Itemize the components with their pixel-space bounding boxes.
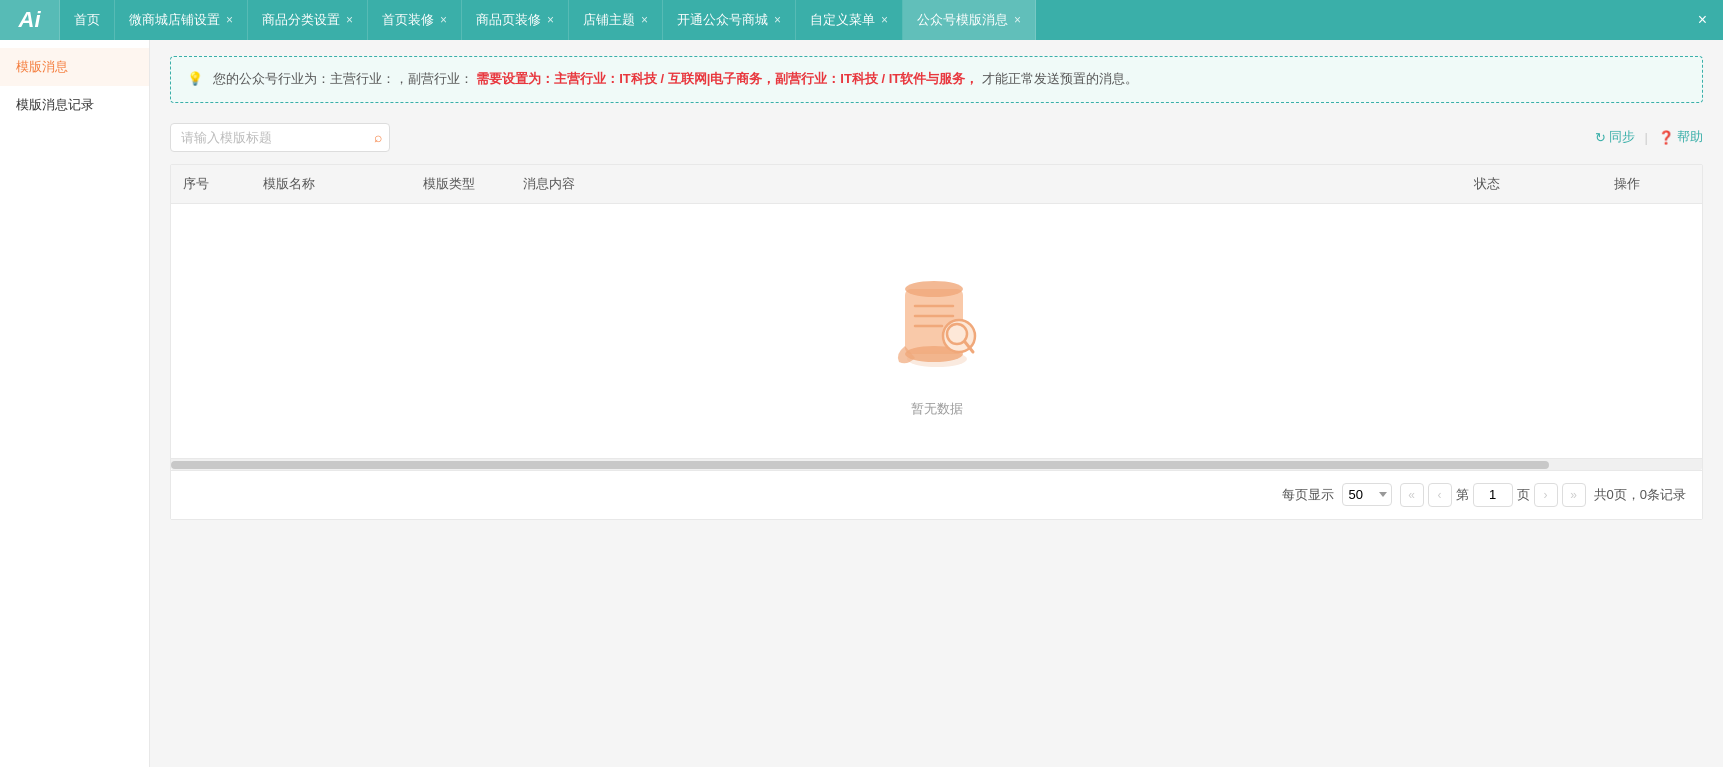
- tab-store-settings-label: 微商城店铺设置: [129, 11, 220, 29]
- tab-homepage-decoration[interactable]: 首页装修 ×: [368, 0, 462, 40]
- sync-icon: ↻: [1595, 130, 1606, 145]
- tab-product-decoration[interactable]: 商品页装修 ×: [462, 0, 569, 40]
- tab-store-theme-label: 店铺主题: [583, 11, 635, 29]
- tab-store-theme[interactable]: 店铺主题 ×: [569, 0, 663, 40]
- global-close-button[interactable]: ×: [1682, 0, 1723, 40]
- tab-product-decoration-close[interactable]: ×: [547, 13, 554, 27]
- tab-homepage-decoration-close[interactable]: ×: [440, 13, 447, 27]
- top-navigation: Ai 首页 微商城店铺设置 × 商品分类设置 × 首页装修 × 商品页装修 × …: [0, 0, 1723, 40]
- tab-homepage-decoration-label: 首页装修: [382, 11, 434, 29]
- tab-wechat-template[interactable]: 公众号模版消息 ×: [903, 0, 1036, 40]
- notice-suffix: 才能正常发送预置的消息。: [982, 71, 1138, 86]
- tab-wechat-template-label: 公众号模版消息: [917, 11, 1008, 29]
- page-prefix-label: 第: [1456, 486, 1469, 504]
- tab-store-settings[interactable]: 微商城店铺设置 ×: [115, 0, 248, 40]
- search-bar: ⌕ ↻ 同步 | ❓ 帮助: [170, 123, 1703, 152]
- sidebar: 模版消息 模版消息记录: [0, 40, 150, 767]
- tab-open-wechat-mall-close[interactable]: ×: [774, 13, 781, 27]
- tab-home-label: 首页: [74, 11, 100, 29]
- sync-button[interactable]: ↻ 同步: [1595, 128, 1635, 146]
- page-number-input[interactable]: [1473, 483, 1513, 507]
- col-status: 状态: [1462, 165, 1602, 203]
- col-content: 消息内容: [511, 165, 1462, 203]
- last-page-button[interactable]: »: [1562, 483, 1586, 507]
- data-table: 序号 模版名称 模版类型 消息内容 状态 操作: [170, 164, 1703, 520]
- notice-highlight: 需要设置为：主营行业：IT科技 / 互联网|电子商务，副营行业：IT科技 / I…: [476, 71, 978, 86]
- bulb-icon: 💡: [187, 71, 203, 86]
- prev-page-button[interactable]: ‹: [1428, 483, 1452, 507]
- col-type: 模版类型: [411, 165, 511, 203]
- app-logo: Ai: [0, 0, 60, 40]
- search-right: ↻ 同步 | ❓ 帮助: [1595, 128, 1703, 146]
- search-left: ⌕: [170, 123, 390, 152]
- page-unit-label: 页: [1517, 486, 1530, 504]
- page-size-select[interactable]: 50 10 20 100: [1342, 483, 1392, 506]
- next-page-button[interactable]: ›: [1534, 483, 1558, 507]
- col-name: 模版名称: [251, 165, 411, 203]
- tab-product-decoration-label: 商品页装修: [476, 11, 541, 29]
- page-nav: « ‹ 第 页 › »: [1400, 483, 1586, 507]
- total-text: 共0页，0条记录: [1594, 486, 1686, 504]
- table-header: 序号 模版名称 模版类型 消息内容 状态 操作: [171, 165, 1702, 204]
- sidebar-item-template-message[interactable]: 模版消息: [0, 48, 149, 86]
- scrollbar-thumb[interactable]: [171, 461, 1549, 469]
- main-layout: 模版消息 模版消息记录 💡 您的公众号行业为：主营行业：，副营行业： 需要设置为…: [0, 40, 1723, 767]
- horizontal-scrollbar[interactable]: [171, 458, 1702, 470]
- tab-store-theme-close[interactable]: ×: [641, 13, 648, 27]
- empty-state: 暂无数据: [171, 204, 1702, 458]
- divider: |: [1645, 130, 1648, 145]
- tab-category-settings-close[interactable]: ×: [346, 13, 353, 27]
- tab-wechat-template-close[interactable]: ×: [1014, 13, 1021, 27]
- empty-text: 暂无数据: [911, 400, 963, 418]
- page-size-label: 每页显示: [1282, 486, 1334, 504]
- tab-category-settings-label: 商品分类设置: [262, 11, 340, 29]
- svg-point-2: [905, 281, 963, 297]
- col-action: 操作: [1602, 165, 1702, 203]
- pagination: 每页显示 50 10 20 100 « ‹ 第 页 › » 共0页，0条记录: [171, 470, 1702, 519]
- sidebar-item-template-message-record[interactable]: 模版消息记录: [0, 86, 149, 124]
- tab-category-settings[interactable]: 商品分类设置 ×: [248, 0, 368, 40]
- search-input-wrap: ⌕: [170, 123, 390, 152]
- col-index: 序号: [171, 165, 251, 203]
- help-icon: ❓: [1658, 130, 1674, 145]
- tab-custom-menu-label: 自定义菜单: [810, 11, 875, 29]
- notice-box: 💡 您的公众号行业为：主营行业：，副营行业： 需要设置为：主营行业：IT科技 /…: [170, 56, 1703, 103]
- tab-home[interactable]: 首页: [60, 0, 115, 40]
- notice-prefix: 您的公众号行业为：主营行业：，副营行业：: [213, 71, 473, 86]
- main-content: 💡 您的公众号行业为：主营行业：，副营行业： 需要设置为：主营行业：IT科技 /…: [150, 40, 1723, 767]
- tab-open-wechat-mall[interactable]: 开通公众号商城 ×: [663, 0, 796, 40]
- first-page-button[interactable]: «: [1400, 483, 1424, 507]
- help-button[interactable]: ❓ 帮助: [1658, 128, 1703, 146]
- search-input[interactable]: [170, 123, 390, 152]
- tab-custom-menu-close[interactable]: ×: [881, 13, 888, 27]
- empty-illustration: [877, 264, 997, 384]
- tab-store-settings-close[interactable]: ×: [226, 13, 233, 27]
- help-label: 帮助: [1677, 128, 1703, 146]
- tab-open-wechat-mall-label: 开通公众号商城: [677, 11, 768, 29]
- search-icon[interactable]: ⌕: [374, 129, 382, 145]
- tab-custom-menu[interactable]: 自定义菜单 ×: [796, 0, 903, 40]
- sync-label: 同步: [1609, 128, 1635, 146]
